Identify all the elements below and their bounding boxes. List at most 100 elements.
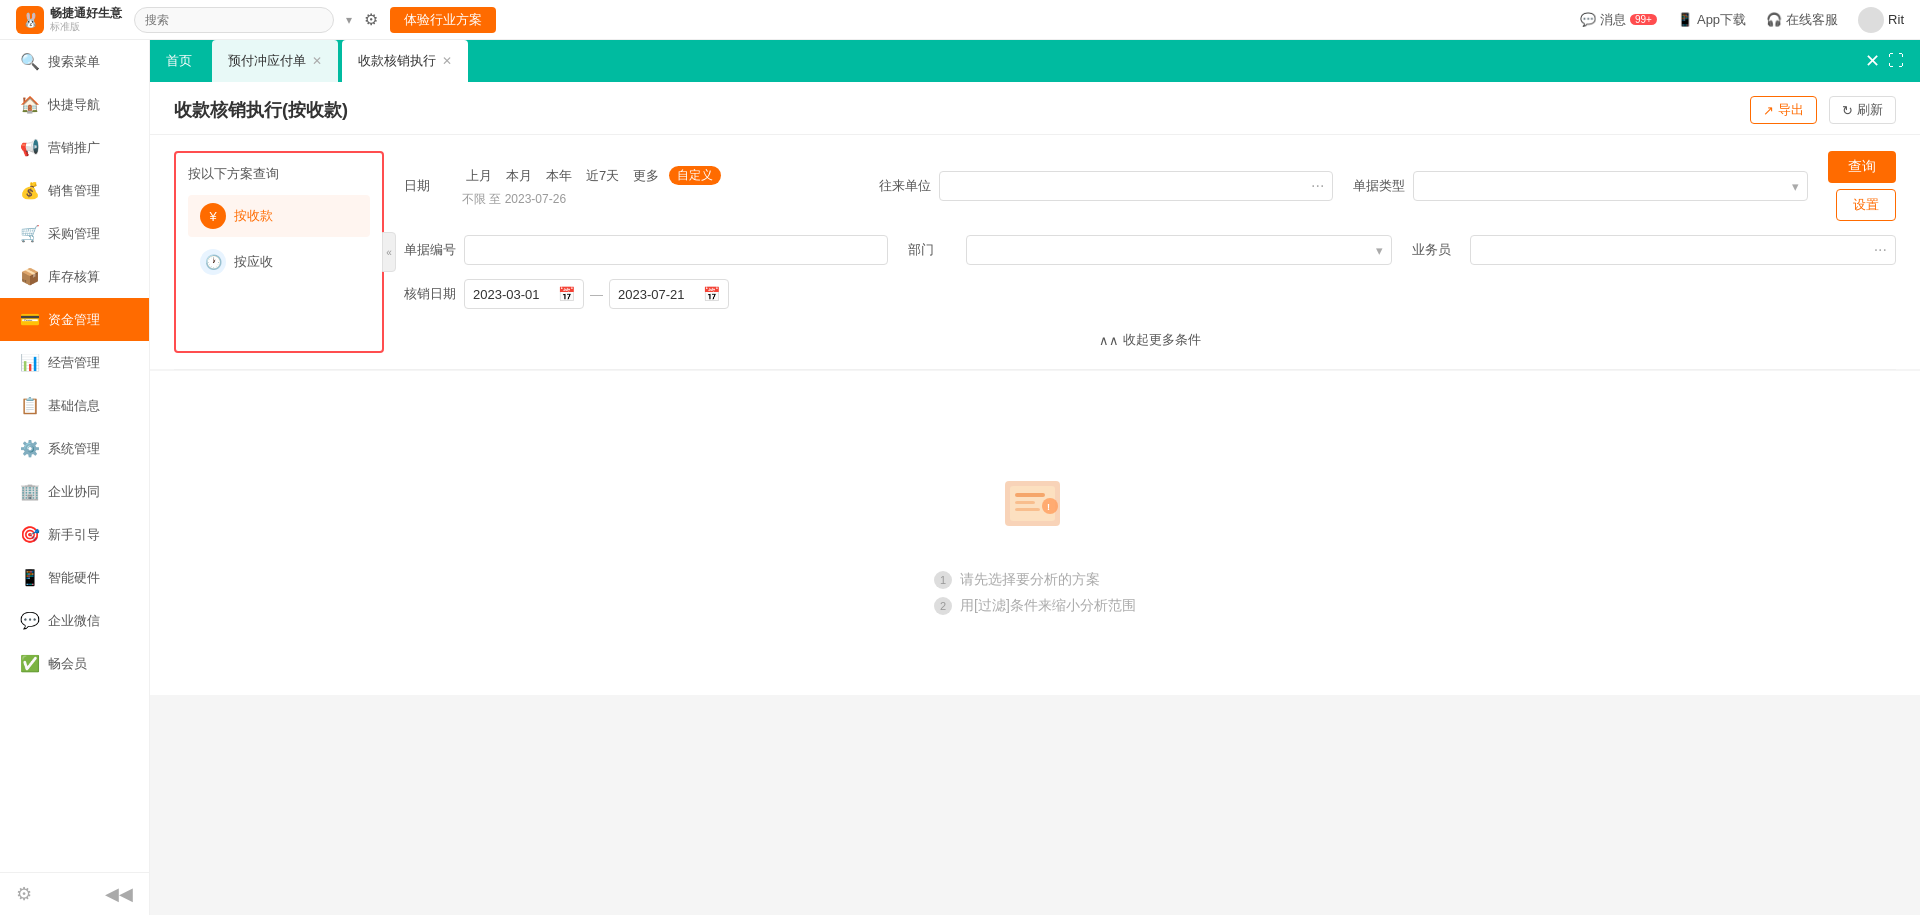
query-buttons: 查询 设置 xyxy=(1828,151,1896,221)
sidebar-item-quick-nav[interactable]: 🏠 快捷导航 xyxy=(0,83,149,126)
search-input[interactable] xyxy=(134,7,334,33)
staff-dots-icon[interactable]: ··· xyxy=(1874,241,1887,259)
doc-num-input[interactable] xyxy=(464,235,888,265)
svg-text:!: ! xyxy=(1047,502,1050,512)
left-panel-collapse-btn[interactable]: « xyxy=(382,232,396,272)
tab-home[interactable]: 首页 xyxy=(150,40,208,82)
filter-panel-title: 按以下方案查询 xyxy=(188,165,370,183)
sidebar-item-business[interactable]: 📊 经营管理 xyxy=(0,341,149,384)
app-logo: 🐰 畅捷通好生意 标准版 xyxy=(16,6,122,34)
calendar-start-icon[interactable]: 📅 xyxy=(558,286,575,302)
gear-icon[interactable]: ⚙ xyxy=(364,10,378,29)
tab-receivable[interactable]: 收款核销执行 ✕ xyxy=(342,40,468,82)
home-icon: 🏠 xyxy=(20,95,40,114)
refresh-btn[interactable]: ↻ 刷新 xyxy=(1829,96,1896,124)
empty-tip-1: 1 请先选择要分析的方案 xyxy=(934,571,1136,589)
chevron-up-icon: ∧∧ xyxy=(1099,333,1119,348)
sidebar-item-sales[interactable]: 💰 销售管理 xyxy=(0,169,149,212)
user-info[interactable]: Rit xyxy=(1858,7,1904,33)
sidebar-item-corp[interactable]: 🏢 企业协同 xyxy=(0,470,149,513)
message-btn[interactable]: 💬 消息 99+ xyxy=(1580,11,1657,29)
date-more[interactable]: 更多 xyxy=(629,165,663,187)
sidebar-item-inventory[interactable]: 📦 库存核算 xyxy=(0,255,149,298)
filter-doc-type-field: 单据类型 ▾ xyxy=(1353,171,1808,201)
sidebar-settings-icon[interactable]: ⚙ xyxy=(16,883,32,905)
staff-select[interactable]: ··· xyxy=(1470,235,1896,265)
tab-home-label: 首页 xyxy=(166,52,192,70)
brand-sub: 标准版 xyxy=(50,21,122,33)
date-custom[interactable]: 自定义 xyxy=(669,166,721,185)
filter-option-receivable-label: 按应收 xyxy=(234,253,273,271)
tab-receivable-label: 收款核销执行 xyxy=(358,52,436,70)
date-7days[interactable]: 近7天 xyxy=(582,165,623,187)
doc-num-label: 单据编号 xyxy=(404,241,456,259)
sidebar-item-guide[interactable]: 🎯 新手引导 xyxy=(0,513,149,556)
sidebar-item-finance[interactable]: 💳 资金管理 xyxy=(0,298,149,341)
verify-date-end-value: 2023-07-21 xyxy=(618,287,685,302)
settings-icon: ⚙️ xyxy=(20,439,40,458)
dept-select[interactable]: ▾ xyxy=(966,235,1392,265)
date-links: 上月 本月 本年 近7天 更多 自定义 xyxy=(462,165,721,187)
sidebar-item-member[interactable]: ✅ 畅会员 xyxy=(0,642,149,685)
filter-doc-num-field: 单据编号 xyxy=(404,235,888,265)
tab-receivable-close[interactable]: ✕ xyxy=(442,54,452,68)
chevron-down-icon3: ▾ xyxy=(1376,243,1383,258)
sidebar-label-guide: 新手引导 xyxy=(48,526,100,544)
export-btn[interactable]: ↗ 导出 xyxy=(1750,96,1817,124)
sidebar-item-basic[interactable]: 📋 基础信息 xyxy=(0,384,149,427)
page-header-actions: ↗ 导出 ↻ 刷新 xyxy=(1750,96,1896,124)
user-name: Rit xyxy=(1888,12,1904,27)
logo-icon: 🐰 xyxy=(16,6,44,34)
card-icon: 💳 xyxy=(20,310,40,329)
sidebar-item-system[interactable]: ⚙️ 系统管理 xyxy=(0,427,149,470)
app-download-btn[interactable]: 📱 App下载 xyxy=(1677,11,1746,29)
sidebar-label-business: 经营管理 xyxy=(48,354,100,372)
filter-dept-field: 部门 ▾ xyxy=(908,235,1392,265)
svg-point-5 xyxy=(1042,498,1058,514)
tab-expand-icon[interactable]: ⛶ xyxy=(1888,52,1904,70)
sidebar-item-wechat[interactable]: 💬 企业微信 xyxy=(0,599,149,642)
top-bar-right: 💬 消息 99+ 📱 App下载 🎧 在线客服 Rit xyxy=(1580,7,1904,33)
message-badge: 99+ xyxy=(1630,14,1657,25)
collapse-more-row: ∧∧ 收起更多条件 xyxy=(404,323,1896,353)
doc-type-select[interactable]: ▾ xyxy=(1413,171,1808,201)
filter-option-by-receivable[interactable]: 🕐 按应收 xyxy=(188,241,370,283)
avatar xyxy=(1858,7,1884,33)
chevron-down-icon2: ▾ xyxy=(1792,179,1799,194)
date-last-month[interactable]: 上月 xyxy=(462,165,496,187)
svg-rect-4 xyxy=(1015,508,1040,511)
setting-btn[interactable]: 设置 xyxy=(1836,189,1896,221)
content-area: 首页 预付冲应付单 ✕ 收款核销执行 ✕ ✕ ⛶ 收款核销执行(按收款) xyxy=(150,40,1920,915)
sidebar-item-marketing[interactable]: 📢 营销推广 xyxy=(0,126,149,169)
sidebar-label-system: 系统管理 xyxy=(48,440,100,458)
online-service-btn[interactable]: 🎧 在线客服 xyxy=(1766,11,1838,29)
collapse-more-btn[interactable]: ∧∧ 收起更多条件 xyxy=(1099,331,1201,349)
industry-btn[interactable]: 体验行业方案 xyxy=(390,7,496,33)
calendar-end-icon[interactable]: 📅 xyxy=(703,286,720,302)
sidebar-item-hardware[interactable]: 📱 智能硬件 xyxy=(0,556,149,599)
date-this-year[interactable]: 本年 xyxy=(542,165,576,187)
tab-close-all-icon[interactable]: ✕ xyxy=(1865,50,1880,72)
tab-prepay[interactable]: 预付冲应付单 ✕ xyxy=(212,40,338,82)
partner-dots-icon[interactable]: ··· xyxy=(1311,177,1324,195)
partner-label: 往来单位 xyxy=(879,177,931,195)
svg-rect-2 xyxy=(1015,493,1045,497)
main-layout: 🔍 搜索菜单 🏠 快捷导航 📢 营销推广 💰 销售管理 🛒 采购管理 📦 库存核… xyxy=(0,40,1920,915)
sidebar-item-search[interactable]: 🔍 搜索菜单 xyxy=(0,40,149,83)
sidebar-collapse-icon[interactable]: ◀◀ xyxy=(105,883,133,905)
tip-num-2: 2 xyxy=(934,597,952,615)
online-service-label: 在线客服 xyxy=(1786,11,1838,29)
chevron-down-icon[interactable]: ▾ xyxy=(346,13,352,27)
partner-select[interactable]: ··· xyxy=(939,171,1334,201)
verify-date-start-input[interactable]: 2023-03-01 📅 xyxy=(464,279,584,309)
filter-divider xyxy=(174,369,1896,370)
filter-row-1: 日期 上月 本月 本年 近7天 更多 自定义 不限 至 xyxy=(404,151,1896,221)
tab-prepay-close[interactable]: ✕ xyxy=(312,54,322,68)
collapse-more-label: 收起更多条件 xyxy=(1123,331,1201,349)
date-this-month[interactable]: 本月 xyxy=(502,165,536,187)
building-icon: 🏢 xyxy=(20,482,40,501)
verify-date-end-input[interactable]: 2023-07-21 📅 xyxy=(609,279,729,309)
filter-option-by-receipt[interactable]: ¥ 按收款 xyxy=(188,195,370,237)
query-btn[interactable]: 查询 xyxy=(1828,151,1896,183)
sidebar-item-purchase[interactable]: 🛒 采购管理 xyxy=(0,212,149,255)
